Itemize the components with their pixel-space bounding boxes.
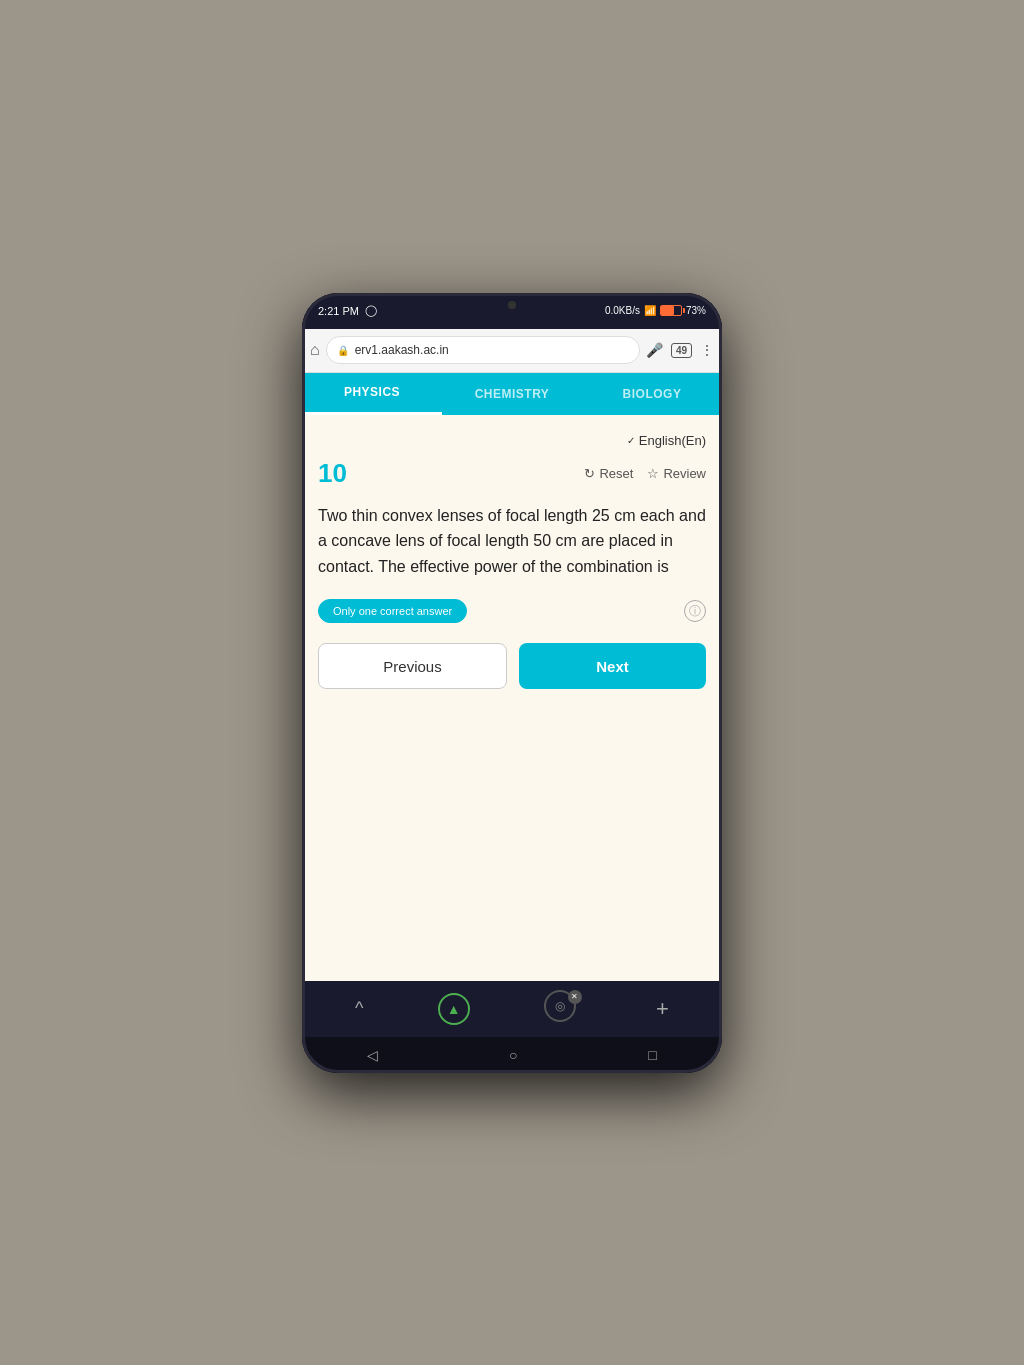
network-speed: 0.0KB/s	[605, 305, 640, 316]
reset-icon: ↻	[584, 466, 595, 481]
reset-label: Reset	[599, 466, 633, 481]
system-nav: ◁ ○ □	[302, 1037, 722, 1073]
signal-icon: 📶	[644, 305, 656, 316]
nav-buttons: Previous Next	[318, 643, 706, 699]
status-left: 2:21 PM ◯	[318, 304, 377, 317]
nav-close-badge: ✕	[568, 990, 582, 1004]
info-icon[interactable]: ⓘ	[684, 600, 706, 622]
question-text: Two thin convex lenses of focal length 2…	[318, 503, 706, 580]
url-box[interactable]: 🔒 erv1.aakash.ac.in	[326, 336, 640, 364]
question-actions: ↻ Reset ☆ Review	[584, 466, 706, 481]
review-label: Review	[663, 466, 706, 481]
nav-plus-icon[interactable]: +	[656, 996, 669, 1022]
language-label: English(En)	[639, 433, 706, 448]
next-button[interactable]: Next	[519, 643, 706, 689]
browser-bar: ⌂ 🔒 erv1.aakash.ac.in 🎤 49 ⋮	[302, 329, 722, 373]
question-header: 10 ↻ Reset ☆ Review	[318, 458, 706, 489]
url-text: erv1.aakash.ac.in	[355, 343, 449, 357]
battery-percent: 73%	[686, 305, 706, 316]
status-bar: 2:21 PM ◯ 0.0KB/s 📶 73%	[302, 293, 722, 329]
subject-tabs: PHYSICS CHEMISTRY BIOLOGY	[302, 373, 722, 415]
tab-count-badge[interactable]: 49	[671, 343, 692, 358]
more-options-icon[interactable]: ⋮	[700, 342, 714, 358]
recents-nav-btn[interactable]: □	[648, 1047, 656, 1063]
star-icon: ☆	[647, 466, 659, 481]
nav-overlay-icon[interactable]: ◎ ✕	[544, 990, 582, 1028]
home-nav-btn[interactable]: ○	[509, 1047, 517, 1063]
microphone-icon[interactable]: 🎤	[646, 342, 663, 358]
battery-fill	[661, 306, 674, 315]
back-nav-btn[interactable]: ◁	[367, 1047, 378, 1063]
nav-circle-icon[interactable]: ▲	[438, 993, 470, 1025]
browser-actions: 🎤 49 ⋮	[646, 342, 714, 358]
status-right: 0.0KB/s 📶 73%	[605, 305, 706, 316]
page-wrapper: 2:21 PM ◯ 0.0KB/s 📶 73% ⌂ 🔒 erv1.aaka	[0, 0, 1024, 1365]
review-button[interactable]: ☆ Review	[647, 466, 706, 481]
bottom-nav: ^ ▲ ◎ ✕ +	[302, 981, 722, 1037]
chevron-up-icon[interactable]: ^	[355, 998, 363, 1019]
battery-icon	[660, 305, 682, 316]
whatsapp-icon: ◯	[365, 304, 377, 317]
chevron-down-icon: ✓	[627, 435, 635, 446]
home-icon[interactable]: ⌂	[310, 341, 320, 359]
question-number: 10	[318, 458, 347, 489]
tab-physics[interactable]: PHYSICS	[302, 373, 442, 415]
phone-screen: 2:21 PM ◯ 0.0KB/s 📶 73% ⌂ 🔒 erv1.aaka	[302, 293, 722, 1073]
tab-chemistry[interactable]: CHEMISTRY	[442, 373, 582, 415]
lock-icon: 🔒	[337, 345, 349, 356]
front-camera	[508, 301, 516, 309]
phone-container: 2:21 PM ◯ 0.0KB/s 📶 73% ⌂ 🔒 erv1.aaka	[302, 293, 722, 1073]
tab-biology[interactable]: BIOLOGY	[582, 373, 722, 415]
content-area: ✓ English(En) 10 ↻ Reset ☆ Review	[302, 415, 722, 981]
previous-button[interactable]: Previous	[318, 643, 507, 689]
reset-button[interactable]: ↻ Reset	[584, 466, 633, 481]
answer-type-badge[interactable]: Only one correct answer	[318, 599, 467, 623]
answer-type-section: Only one correct answer ⓘ	[318, 599, 706, 623]
language-selector[interactable]: ✓ English(En)	[318, 427, 706, 458]
time-display: 2:21 PM	[318, 305, 359, 317]
